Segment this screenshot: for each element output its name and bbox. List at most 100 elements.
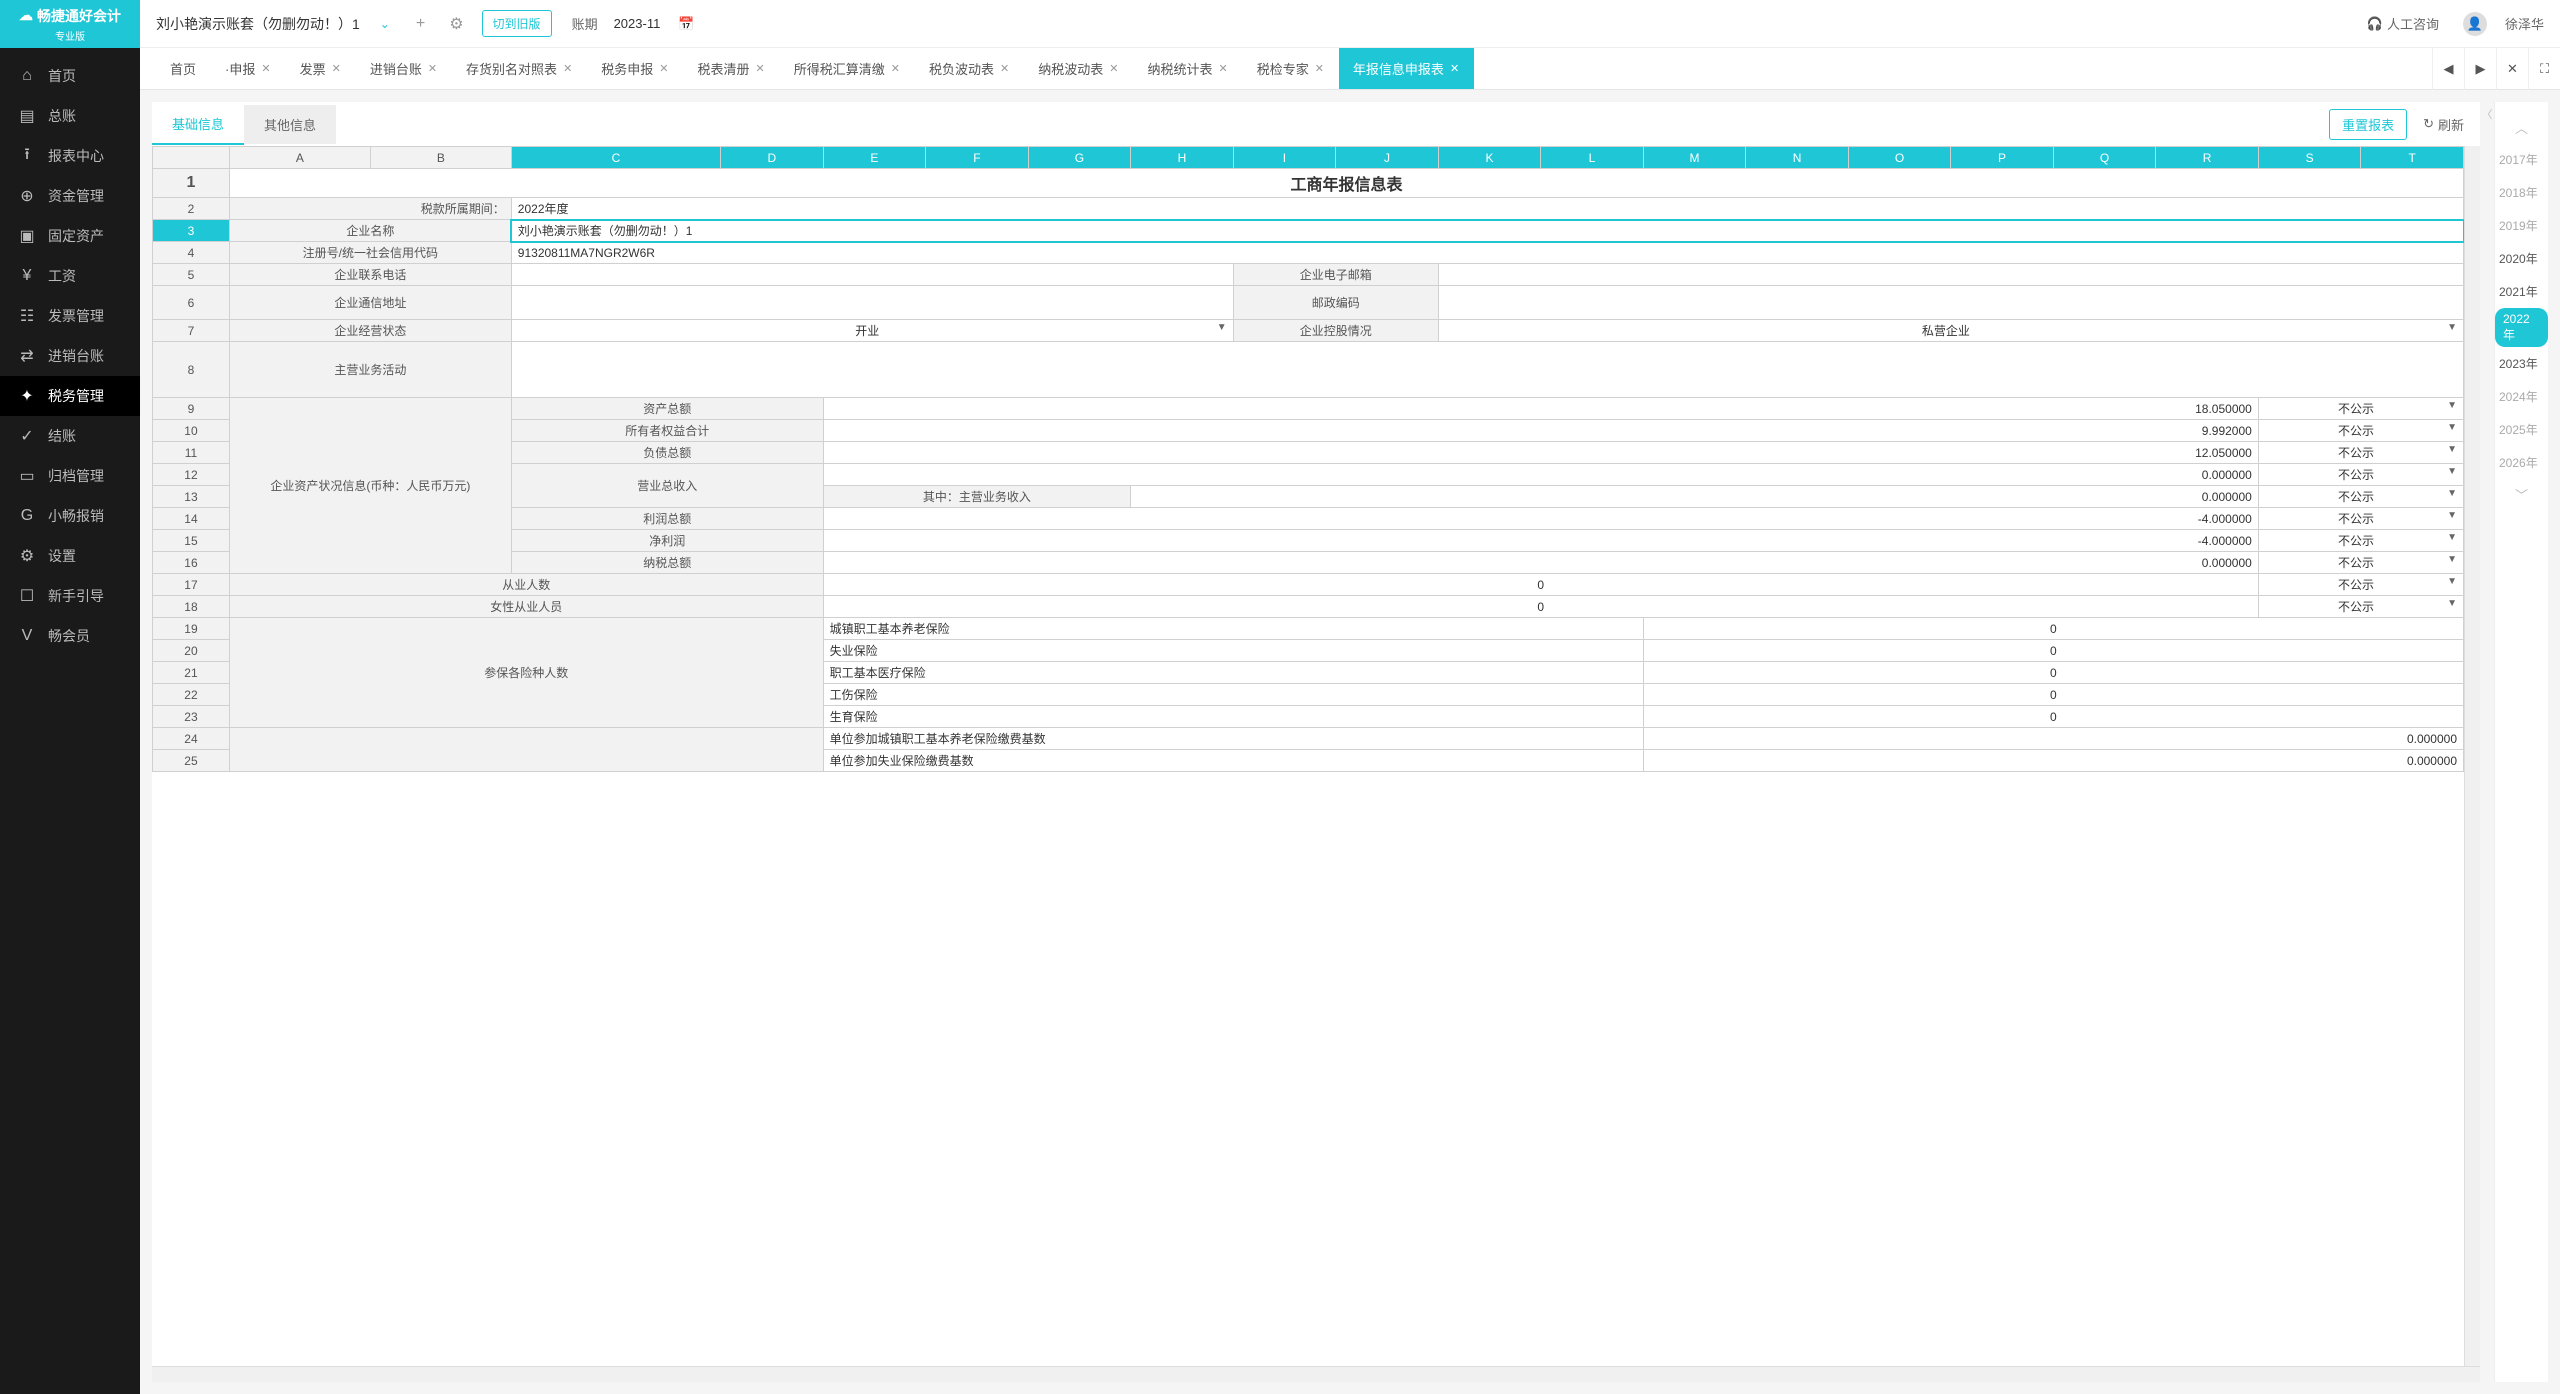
consult-link[interactable]: 🎧 人工咨询 [2367,14,2439,33]
column-header[interactable]: L [1541,147,1644,169]
nav-item[interactable]: ☐新手引导 [0,576,140,616]
cell[interactable]: 91320811MA7NGR2W6R [511,242,2463,264]
column-header[interactable]: P [1951,147,2054,169]
chevron-down-icon[interactable]: ▼ [2447,488,2457,499]
column-header[interactable]: T [2361,147,2464,169]
year-item[interactable]: 2024年 [2495,380,2548,413]
nav-item[interactable]: ☷发票管理 [0,296,140,336]
tab[interactable]: 纳税统计表✕ [1133,48,1242,89]
column-header[interactable]: F [926,147,1029,169]
switch-old-button[interactable]: 切到旧版 [482,10,552,37]
row-number[interactable]: 9 [153,398,230,420]
tab-close-icon[interactable]: ✕ [1000,62,1009,75]
row-number[interactable]: 13 [153,486,230,508]
cell[interactable]: 12.050000 [823,442,2258,464]
tab[interactable]: 年报信息申报表✕ [1339,48,1474,89]
tab-close-icon[interactable]: ✕ [1109,62,1118,75]
add-icon[interactable]: + [410,15,431,33]
vertical-scrollbar[interactable] [2464,146,2480,1366]
row-number[interactable]: 22 [153,684,230,706]
row-number[interactable]: 2 [153,198,230,220]
cell[interactable]: 0 [1643,706,2463,728]
year-down-icon[interactable]: ﹀ [2509,479,2534,510]
tab-close-icon[interactable]: ✕ [659,62,668,75]
cell-dropdown[interactable]: 不公示▼ [2258,398,2463,420]
column-header[interactable]: A [229,147,370,169]
account-dropdown-icon[interactable]: ⌄ [372,17,398,31]
tab-close-icon[interactable]: ✕ [1450,62,1459,75]
tab[interactable]: 发票✕ [286,48,356,89]
nav-item[interactable]: ⊕资金管理 [0,176,140,216]
nav-item[interactable]: ⭱报表中心 [0,136,140,176]
tabs-next-button[interactable]: ▶ [2464,48,2496,90]
year-item[interactable]: 2019年 [2495,209,2548,242]
year-item[interactable]: 2018年 [2495,176,2548,209]
column-header[interactable]: E [823,147,926,169]
cell[interactable] [511,286,1233,320]
tab-close-icon[interactable]: ✕ [891,62,900,75]
corner-cell[interactable] [153,147,230,169]
column-header[interactable]: R [2156,147,2259,169]
row-number[interactable]: 12 [153,464,230,486]
cell[interactable] [1438,286,2463,320]
cell-dropdown[interactable]: 不公示▼ [2258,552,2463,574]
tab-close-icon[interactable]: ✕ [756,62,765,75]
row-number[interactable]: 20 [153,640,230,662]
cell-dropdown[interactable]: 私营企业▼ [1438,320,2463,342]
nav-item[interactable]: ⌂首页 [0,56,140,96]
column-header[interactable]: O [1848,147,1951,169]
chevron-down-icon[interactable]: ▼ [2447,322,2457,333]
cell[interactable]: 0 [1643,662,2463,684]
cell[interactable]: 0.000000 [823,464,2258,486]
cell[interactable] [1438,264,2463,286]
cell[interactable] [511,264,1233,286]
cell[interactable]: 0 [823,596,2258,618]
year-item[interactable]: 2021年 [2495,275,2548,308]
chevron-down-icon[interactable]: ▼ [2447,532,2457,543]
year-item[interactable]: 2023年 [2495,347,2548,380]
cell[interactable]: 18.050000 [823,398,2258,420]
column-header[interactable]: H [1131,147,1234,169]
subtab-other[interactable]: 其他信息 [244,105,336,144]
nav-item[interactable]: ✓结账 [0,416,140,456]
refresh-button[interactable]: ↻刷新 [2423,115,2464,134]
cell[interactable]: 0.000000 [1643,728,2463,750]
row-number[interactable]: 16 [153,552,230,574]
row-number[interactable]: 25 [153,750,230,772]
tab[interactable]: 首页 [156,48,211,89]
chevron-down-icon[interactable]: ▼ [2447,400,2457,411]
calendar-icon[interactable]: 📅 [678,16,694,32]
column-header[interactable]: C [511,147,720,169]
year-item[interactable]: 2020年 [2495,242,2548,275]
row-number[interactable]: 6 [153,286,230,320]
nav-item[interactable]: ▤总账 [0,96,140,136]
year-up-icon[interactable]: ︿ [2509,112,2534,143]
spreadsheet[interactable]: ABCDEFGHIJKLMNOPQRST 1工商年报信息表2税款所属期间：202… [152,146,2464,1366]
year-item[interactable]: 2017年 [2495,143,2548,176]
tab-close-icon[interactable]: ✕ [1315,62,1324,75]
cell[interactable]: -4.000000 [823,508,2258,530]
column-header[interactable]: K [1438,147,1541,169]
row-number[interactable]: 8 [153,342,230,398]
cell-dropdown[interactable]: 不公示▼ [2258,486,2463,508]
nav-item[interactable]: ¥工资 [0,256,140,296]
row-number[interactable]: 3 [153,220,230,242]
row-number[interactable]: 14 [153,508,230,530]
horizontal-scrollbar[interactable] [152,1366,2480,1382]
column-header[interactable]: G [1028,147,1131,169]
cell-dropdown[interactable]: 不公示▼ [2258,420,2463,442]
cell-dropdown[interactable]: 不公示▼ [2258,530,2463,552]
tab[interactable]: 税表清册✕ [684,48,780,89]
chevron-down-icon[interactable]: ▼ [2447,444,2457,455]
cell-dropdown[interactable]: 不公示▼ [2258,442,2463,464]
row-number[interactable]: 23 [153,706,230,728]
tab-close-icon[interactable]: ✕ [428,62,437,75]
cell[interactable]: 0 [1643,684,2463,706]
tab-close-icon[interactable]: ✕ [332,62,341,75]
cell[interactable]: 2022年度 [511,198,2463,220]
column-header[interactable]: N [1746,147,1849,169]
cell[interactable]: -4.000000 [823,530,2258,552]
tabs-close-button[interactable]: ✕ [2496,48,2528,90]
column-header[interactable]: S [2258,147,2361,169]
row-number[interactable]: 7 [153,320,230,342]
